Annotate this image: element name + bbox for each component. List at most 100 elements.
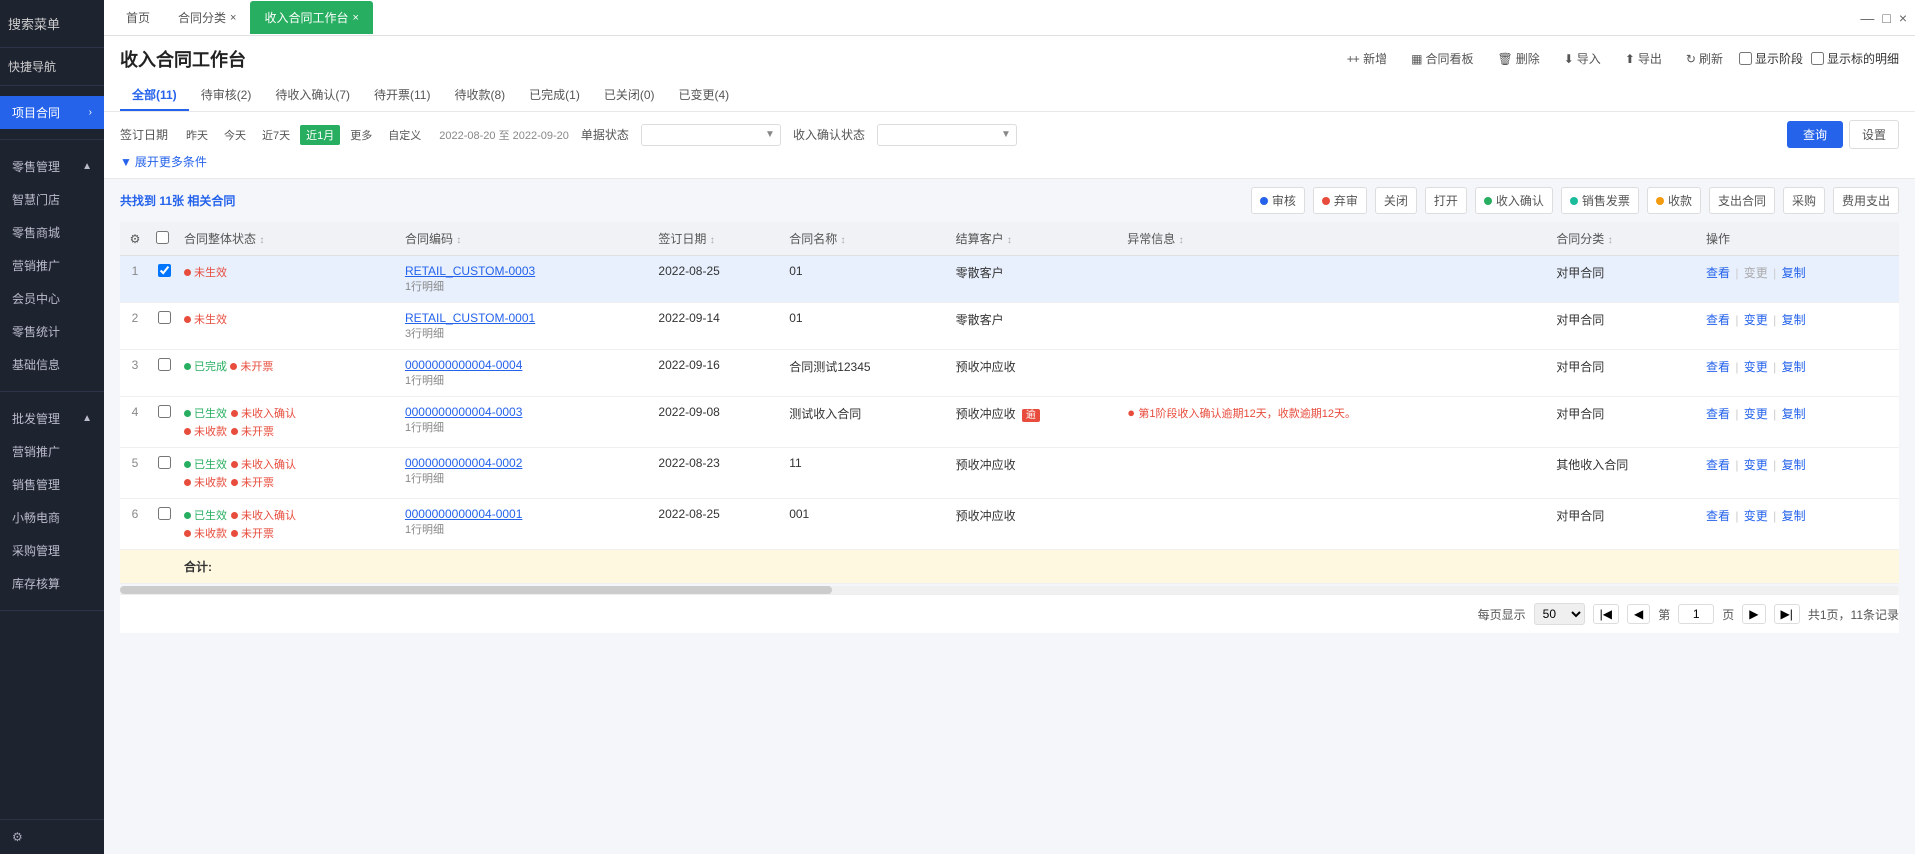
page-number-input[interactable] [1678, 604, 1714, 624]
close-button[interactable]: 关闭 [1375, 187, 1417, 214]
filter-settings-button[interactable]: 设置 [1849, 120, 1899, 149]
sidebar-item-marketing2[interactable]: 营销推广 [0, 435, 104, 468]
income-confirm-button[interactable]: 收入确认 [1475, 187, 1553, 214]
tab-income-workbench[interactable]: 收入合同工作台 × [250, 1, 372, 34]
query-button[interactable]: 查询 [1787, 121, 1843, 148]
refresh-button[interactable]: ↻ 刷新 [1678, 46, 1731, 71]
status-tab-pending-invoice[interactable]: 待开票(11) [362, 80, 442, 111]
view-link[interactable]: 查看 [1706, 360, 1730, 374]
col-settings[interactable]: ⚙ [120, 222, 150, 256]
copy-link[interactable]: 复制 [1782, 407, 1806, 421]
change-link[interactable]: 变更 [1744, 313, 1768, 327]
copy-link[interactable]: 复制 [1782, 509, 1806, 523]
row-check-cell[interactable] [150, 499, 178, 550]
contract-code-link[interactable]: 0000000000004-0003 [405, 405, 522, 419]
export-button[interactable]: ⬆ 导出 [1617, 46, 1670, 71]
row-check-cell[interactable] [150, 256, 178, 303]
expand-conditions-btn[interactable]: ▼ 展开更多条件 [120, 153, 1899, 170]
contract-code-link[interactable]: RETAIL_CUSTOM-0001 [405, 311, 535, 325]
copy-link[interactable]: 复制 [1782, 313, 1806, 327]
date-today-btn[interactable]: 今天 [218, 125, 252, 145]
import-button[interactable]: ⬇ 导入 [1556, 46, 1609, 71]
date-yesterday-btn[interactable]: 昨天 [180, 125, 214, 145]
change-link[interactable]: 变更 [1744, 407, 1768, 421]
new-button[interactable]: + + 新增 [1339, 46, 1395, 71]
expense-output-button[interactable]: 费用支出 [1833, 187, 1899, 214]
last-page-btn[interactable]: ▶| [1774, 604, 1800, 624]
row-check-cell[interactable] [150, 303, 178, 350]
status-tab-pending-income-confirm[interactable]: 待收入确认(7) [263, 80, 362, 111]
row-check-cell[interactable] [150, 350, 178, 397]
sidebar-item-inventory[interactable]: 库存核算 [0, 567, 104, 600]
purchase-button[interactable]: 采购 [1783, 187, 1825, 214]
tab-close-income-workbench[interactable]: × [352, 12, 358, 24]
view-link[interactable]: 查看 [1706, 407, 1730, 421]
change-link[interactable]: 变更 [1744, 509, 1768, 523]
contract-code-link[interactable]: 0000000000004-0004 [405, 358, 522, 372]
sidebar-item-retail-mgmt[interactable]: 零售管理 ▲ [0, 150, 104, 183]
sidebar-item-retail-commerce[interactable]: 零售商城 [0, 216, 104, 249]
sidebar-item-retail-stats[interactable]: 零售统计 [0, 315, 104, 348]
row-checkbox[interactable] [158, 264, 171, 277]
tabs-maximize-icon[interactable]: □ [1882, 10, 1890, 26]
tabs-close-icon[interactable]: × [1899, 10, 1907, 26]
date-custom-btn[interactable]: 自定义 [382, 125, 427, 145]
change-link[interactable]: 变更 [1744, 266, 1768, 280]
row-checkbox[interactable] [158, 456, 171, 469]
sidebar-quick-nav[interactable]: 快捷导航 [0, 48, 104, 86]
change-link[interactable]: 变更 [1744, 360, 1768, 374]
doc-status-select[interactable] [641, 124, 781, 146]
audit-button[interactable]: 审核 [1251, 187, 1305, 214]
col-check-all[interactable] [150, 222, 178, 256]
tab-contract-cat[interactable]: 合同分类 × [164, 1, 250, 34]
output-contract-button[interactable]: 支出合同 [1709, 187, 1775, 214]
row-checkbox[interactable] [158, 507, 171, 520]
sidebar-item-basic-info[interactable]: 基础信息 [0, 348, 104, 381]
first-page-btn[interactable]: |◀ [1593, 604, 1619, 624]
show-flag-detail-checkbox[interactable] [1811, 52, 1824, 65]
status-tab-all[interactable]: 全部(11) [120, 80, 189, 111]
contract-board-button[interactable]: ▦ 合同看板 [1403, 46, 1481, 71]
status-tab-completed[interactable]: 已完成(1) [517, 80, 592, 111]
delete-button[interactable]: 🗑 删除 [1489, 46, 1547, 71]
sidebar-item-smart-store[interactable]: 智慧门店 [0, 183, 104, 216]
sidebar-item-purchase[interactable]: 采购管理 [0, 534, 104, 567]
sidebar-item-project[interactable]: 项目合同 › [0, 96, 104, 129]
row-checkbox[interactable] [158, 311, 171, 324]
date-more-btn[interactable]: 更多 [344, 125, 378, 145]
sidebar-item-wholesale[interactable]: 批发管理 ▲ [0, 402, 104, 435]
abandon-button[interactable]: 弃审 [1313, 187, 1367, 214]
status-tab-pending-review[interactable]: 待审核(2) [189, 80, 264, 111]
sidebar-search[interactable]: 搜索菜单 [0, 0, 104, 48]
tab-home[interactable]: 首页 [112, 1, 164, 34]
sidebar-item-marketing[interactable]: 营销推广 [0, 249, 104, 282]
date-last1month-btn[interactable]: 近1月 [300, 125, 340, 145]
open-button[interactable]: 打开 [1425, 187, 1467, 214]
scrollbar-thumb[interactable] [120, 586, 832, 594]
contract-code-link[interactable]: 0000000000004-0001 [405, 507, 522, 521]
status-tab-changed[interactable]: 已变更(4) [667, 80, 742, 111]
status-tab-closed[interactable]: 已关闭(0) [592, 80, 667, 111]
sidebar-settings[interactable]: ⚙ [0, 819, 104, 854]
sidebar-item-member-center[interactable]: 会员中心 [0, 282, 104, 315]
check-all-checkbox[interactable] [156, 231, 169, 244]
row-checkbox[interactable] [158, 405, 171, 418]
collection-button[interactable]: 收款 [1647, 187, 1701, 214]
per-page-select[interactable]: 50 20 100 [1534, 603, 1585, 625]
change-link[interactable]: 变更 [1744, 458, 1768, 472]
view-link[interactable]: 查看 [1706, 313, 1730, 327]
sales-invoice-button[interactable]: 销售发票 [1561, 187, 1639, 214]
horizontal-scrollbar[interactable] [120, 586, 1899, 594]
row-check-cell[interactable] [150, 448, 178, 499]
view-link[interactable]: 查看 [1706, 266, 1730, 280]
view-link[interactable]: 查看 [1706, 458, 1730, 472]
row-check-cell[interactable] [150, 397, 178, 448]
view-link[interactable]: 查看 [1706, 509, 1730, 523]
copy-link[interactable]: 复制 [1782, 458, 1806, 472]
tabs-minimize-icon[interactable]: — [1860, 10, 1874, 26]
show-stage-checkbox[interactable] [1739, 52, 1752, 65]
copy-link[interactable]: 复制 [1782, 266, 1806, 280]
show-stage-checkbox-label[interactable]: 显示阶段 [1739, 50, 1803, 67]
contract-code-link[interactable]: 0000000000004-0002 [405, 456, 522, 470]
next-page-btn[interactable]: ▶ [1742, 604, 1765, 624]
